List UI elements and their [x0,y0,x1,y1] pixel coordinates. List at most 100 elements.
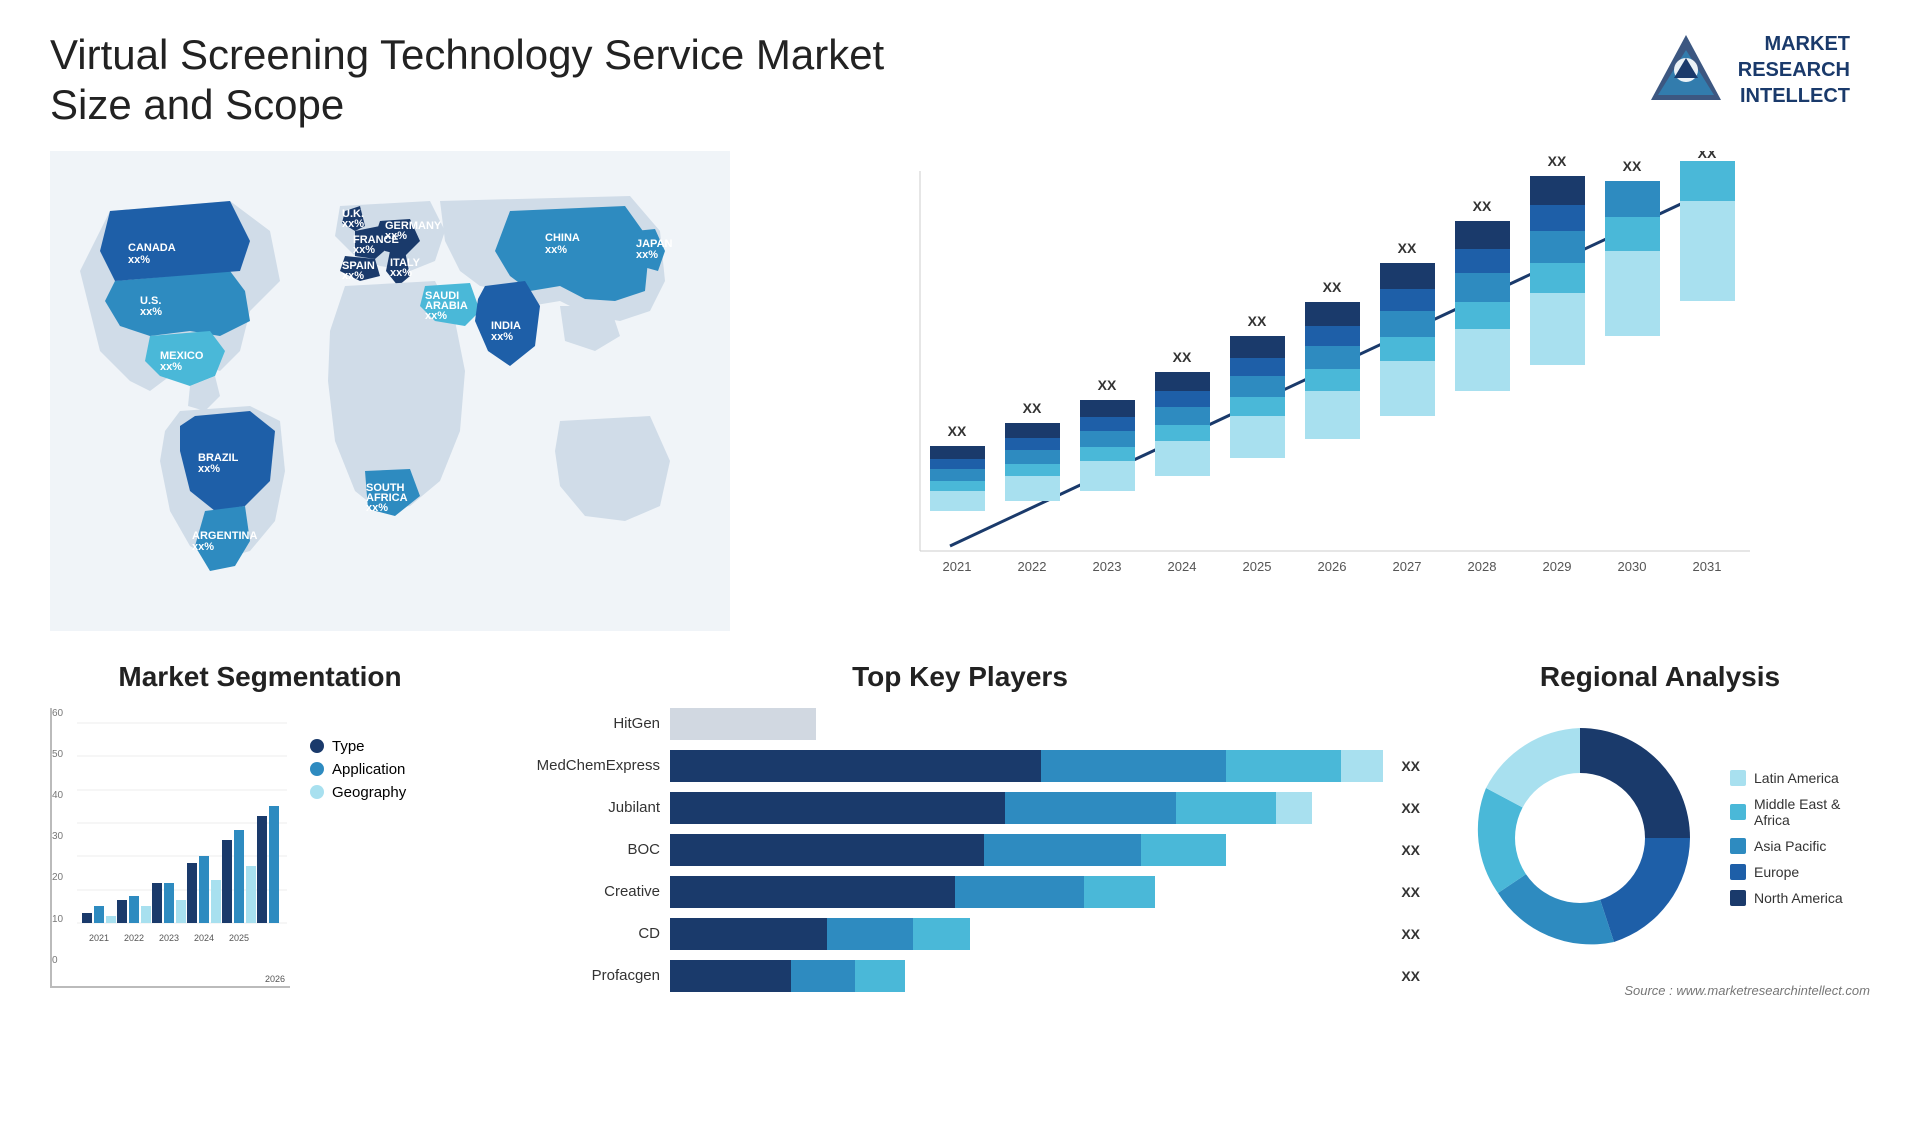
svg-text:2023: 2023 [159,933,179,943]
svg-text:xx%: xx% [192,541,214,553]
page-container: Virtual Screening Technology Service Mar… [0,0,1920,1146]
svg-text:2026: 2026 [1318,559,1347,574]
latin-color [1730,770,1746,786]
y-label-30: 30 [52,831,63,842]
legend-geography: Geography [310,784,406,801]
donut-chart [1450,708,1710,968]
player-bar-hitgen [670,708,1402,740]
regional-legend-asia: Asia Pacific [1730,838,1870,854]
player-row-profacgen: Profacgen XX [500,960,1420,992]
svg-text:xx%: xx% [385,230,407,242]
player-bar-jubilant [670,792,1383,824]
player-xx-medchem: XX [1401,758,1420,774]
player-row-jubilant: Jubilant XX [500,792,1420,824]
svg-text:XX: XX [1173,349,1192,365]
application-color [310,762,324,776]
y-label-50: 50 [52,749,63,760]
player-name-jubilant: Jubilant [500,799,660,816]
logo: MARKET RESEARCH INTELLECT [1646,30,1850,110]
segmentation-title: Market Segmentation [50,661,470,693]
type-color [310,739,324,753]
svg-text:2028: 2028 [1468,559,1497,574]
asia-color [1730,838,1746,854]
regional-legend-mea: Middle East & Africa [1730,796,1870,828]
key-players-section: Top Key Players HitGen MedChemExpress [500,661,1420,1141]
player-bar-medchem [670,750,1383,782]
regional-legend-na: North America [1730,890,1870,906]
svg-text:XX: XX [1548,153,1567,169]
svg-text:2024: 2024 [1168,559,1197,574]
player-name-medchem: MedChemExpress [500,757,660,774]
svg-text:2021: 2021 [943,559,972,574]
player-row-cd: CD XX [500,918,1420,950]
source-text: Source : www.marketresearchintellect.com [1450,983,1870,998]
svg-text:XX: XX [1398,240,1417,256]
legend-type: Type [310,738,406,755]
svg-text:XX: XX [1323,279,1342,295]
svg-text:2024: 2024 [194,933,214,943]
svg-text:XX: XX [1098,377,1117,393]
logo-text: MARKET RESEARCH INTELLECT [1738,31,1850,109]
svg-text:xx%: xx% [353,244,375,256]
logo-icon [1646,30,1726,110]
segmentation-section: Market Segmentation 0 10 20 30 40 50 60 [50,661,470,1141]
europe-color [1730,864,1746,880]
player-row-creative: Creative XX [500,876,1420,908]
player-name-cd: CD [500,925,660,942]
svg-text:2021: 2021 [89,933,109,943]
svg-text:xx%: xx% [636,249,658,261]
svg-text:2025: 2025 [1243,559,1272,574]
player-name-hitgen: HitGen [500,715,660,732]
bottom-content: Market Segmentation 0 10 20 30 40 50 60 [50,661,1870,1141]
y-label-60: 60 [52,708,63,719]
player-name-profacgen: Profacgen [500,967,660,984]
svg-text:xx%: xx% [342,218,364,230]
regional-section: Regional Analysis [1450,661,1870,1141]
segmentation-legend: Type Application Geography [300,738,406,801]
regional-legend-latin: Latin America [1730,770,1870,786]
world-map: CANADA xx% U.S. xx% MEXICO xx% BRAZIL xx… [50,151,730,631]
svg-text:CANADA: CANADA [128,242,176,254]
svg-text:2023: 2023 [1093,559,1122,574]
svg-text:2022: 2022 [1018,559,1047,574]
regional-legend: Latin America Middle East & Africa Asia … [1730,770,1870,906]
regional-title: Regional Analysis [1450,661,1870,693]
svg-text:2027: 2027 [1393,559,1422,574]
geography-color [310,785,324,799]
player-xx-jubilant: XX [1401,800,1420,816]
svg-text:2029: 2029 [1543,559,1572,574]
legend-application: Application [310,761,406,778]
svg-text:xx%: xx% [390,267,412,279]
y-label-10: 10 [52,914,63,925]
map-section: CANADA xx% U.S. xx% MEXICO xx% BRAZIL xx… [50,151,730,631]
svg-text:CHINA: CHINA [545,232,580,244]
svg-text:xx%: xx% [128,254,150,266]
svg-text:xx%: xx% [366,502,388,514]
svg-text:2022: 2022 [124,933,144,943]
svg-text:XX: XX [1473,198,1492,214]
svg-text:xx%: xx% [140,306,162,318]
player-bar-profacgen [670,960,1383,992]
player-xx-profacgen: XX [1401,968,1420,984]
svg-text:XX: XX [1248,313,1267,329]
svg-text:xx%: xx% [342,270,364,282]
player-xx-creative: XX [1401,884,1420,900]
svg-text:XX: XX [1023,400,1042,416]
y-label-0: 0 [52,955,63,966]
players-chart: HitGen MedChemExpress XX [500,708,1420,992]
player-bar-boc [670,834,1383,866]
player-xx-boc: XX [1401,842,1420,858]
svg-text:xx%: xx% [160,361,182,373]
svg-text:2031: 2031 [1693,559,1722,574]
player-row-boc: BOC XX [500,834,1420,866]
player-bar-creative [670,876,1383,908]
player-xx-cd: XX [1401,926,1420,942]
svg-text:XX: XX [1623,158,1642,174]
svg-text:xx%: xx% [198,463,220,475]
svg-text:XX: XX [948,423,967,439]
player-bar-cd [670,918,1383,950]
player-row-medchem: MedChemExpress XX [500,750,1420,782]
donut-container: Latin America Middle East & Africa Asia … [1450,708,1870,968]
growth-chart-svg: XX 2021 XX 2022 XX 2023 [750,151,1870,631]
svg-text:xx%: xx% [491,331,513,343]
